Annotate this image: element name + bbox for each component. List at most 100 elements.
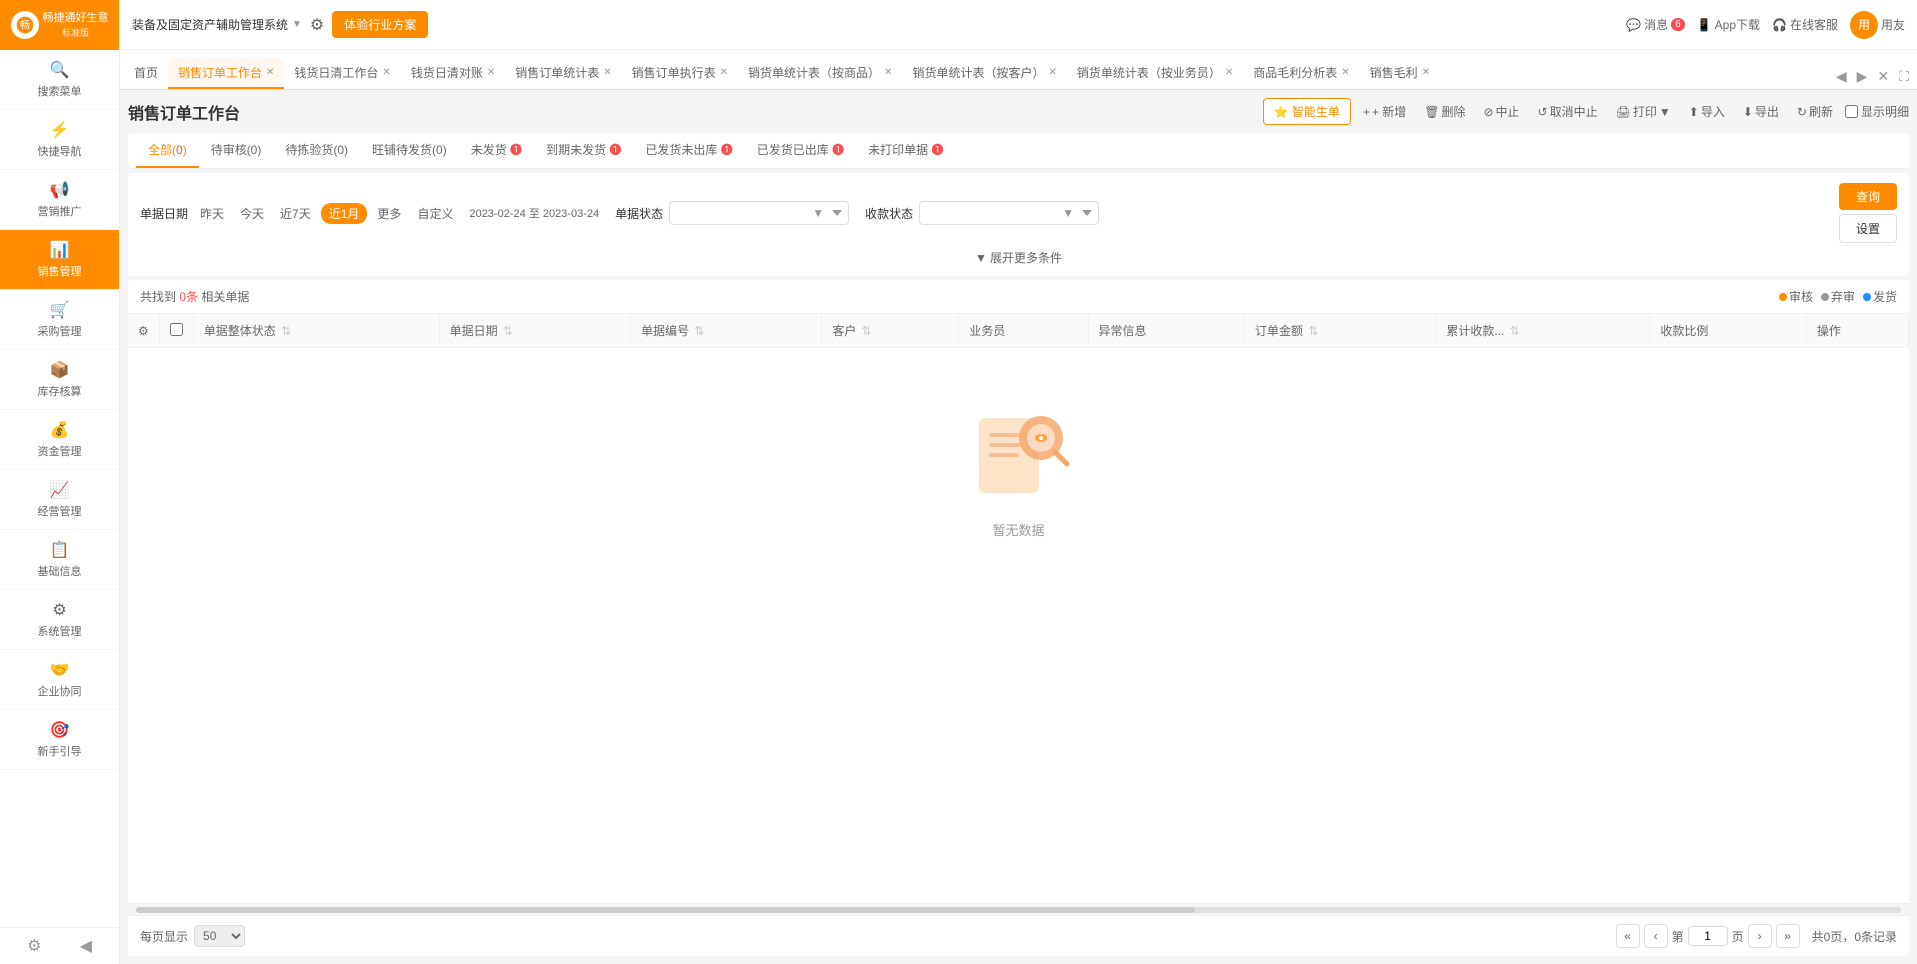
tab-reconcile[interactable]: 钱货日清对账 ✕ (401, 58, 505, 89)
date-opt-1month[interactable]: 近1月 (321, 203, 368, 224)
add-button[interactable]: + + 新增 (1357, 99, 1412, 124)
payment-field: 收款状态 ▼ (865, 201, 1099, 225)
tab-close-icon[interactable]: ✕ (1422, 67, 1430, 78)
date-opt-today[interactable]: 今天 (234, 203, 270, 224)
scroll-track[interactable] (136, 907, 1901, 913)
date-opt-yesterday[interactable]: 昨天 (194, 203, 230, 224)
export-button[interactable]: ⬇ 导出 (1737, 99, 1785, 124)
sidebar-item-quick-nav[interactable]: ⚡ 快捷导航 (0, 110, 119, 170)
collapse-icon[interactable]: ◀ (80, 936, 92, 956)
import-button[interactable]: ⬆ 导入 (1683, 99, 1731, 124)
filter-tab-overdue-unshipped[interactable]: 到期未发货 ❶ (534, 133, 633, 168)
tab-close-icon[interactable]: ✕ (266, 67, 274, 78)
sidebar-item-marketing[interactable]: 📢 营销推广 (0, 170, 119, 230)
date-opt-more[interactable]: 更多 (371, 203, 407, 224)
tab-close-all-icon[interactable]: ✕ (1873, 64, 1893, 89)
tab-close-icon[interactable]: ✕ (603, 67, 611, 78)
tab-daily-clear[interactable]: 钱货日清工作台 ✕ (284, 58, 400, 89)
filter-tab-pending-inspect[interactable]: 待拣验货(0) (273, 133, 360, 168)
filter-tab-shipped-no-stock[interactable]: 已发货未出库 ❶ (633, 133, 744, 168)
industry-button[interactable]: 体验行业方案 (332, 11, 428, 38)
date-opt-7days[interactable]: 近7天 (274, 203, 317, 224)
filter-tab-all[interactable]: 全部(0) (136, 133, 199, 168)
user-menu-button[interactable]: 用 用友 (1850, 11, 1905, 39)
detail-checkbox-input[interactable] (1845, 105, 1858, 118)
th-status[interactable]: 单据整体状态 ⇅ (193, 314, 439, 348)
th-settings[interactable]: ⚙ (128, 314, 159, 348)
th-order-amount[interactable]: 订单金额 ⇅ (1244, 314, 1435, 348)
sidebar-item-operation[interactable]: 📈 经营管理 (0, 470, 119, 530)
revoke-action-button[interactable]: 弃审 (1821, 288, 1855, 305)
th-customer[interactable]: 客户 ⇅ (822, 314, 959, 348)
tab-sales-margin[interactable]: 销售毛利 ✕ (1360, 58, 1440, 89)
page-prev-button[interactable]: ‹ (1644, 924, 1668, 948)
audit-action-button[interactable]: 审核 (1779, 288, 1813, 305)
cancel-stop-button[interactable]: ↺ 取消中止 (1532, 99, 1604, 124)
filter-tab-wangpu-ship[interactable]: 旺铺待发货(0) (360, 133, 459, 168)
tab-sales-staff[interactable]: 销货单统计表（按业务员） ✕ (1067, 58, 1243, 89)
sidebar-item-inventory[interactable]: 📦 库存核算 (0, 350, 119, 410)
app-download-button[interactable]: 📱 App下载 (1697, 16, 1760, 33)
tab-home[interactable]: 首页 (124, 58, 168, 89)
expand-conditions-button[interactable]: ▼ 展开更多条件 (975, 249, 1062, 266)
tab-sales-workbench[interactable]: 销售订单工作台 ✕ (168, 58, 284, 89)
filter-tab-unshipped[interactable]: 未发货 ❶ (459, 133, 534, 168)
page-first-button[interactable]: « (1616, 924, 1640, 948)
tab-next-icon[interactable]: ▶ (1853, 64, 1872, 89)
tab-sales-product[interactable]: 销货单统计表（按商品） ✕ (738, 58, 902, 89)
tab-sales-customer[interactable]: 销货单统计表（按客户） ✕ (902, 58, 1066, 89)
bottom-scrollbar[interactable] (128, 903, 1909, 915)
filter-tab-pending-review[interactable]: 待审核(0) (199, 133, 274, 168)
filter-tab-unprinted[interactable]: 未打印单据 ❶ (856, 133, 955, 168)
smart-generate-button[interactable]: ⭐ 智能生单 (1263, 98, 1351, 125)
th-number[interactable]: 单据编号 ⇅ (630, 314, 821, 348)
tab-close-icon[interactable]: ✕ (720, 67, 728, 78)
table-scroll[interactable]: ⚙ 单据整体状态 ⇅ 单据日期 ⇅ (128, 314, 1909, 903)
settings-bottom-icon[interactable]: ⚙ (27, 936, 41, 956)
tab-close-icon[interactable]: ✕ (884, 67, 892, 78)
export-icon: ⬇ (1743, 105, 1753, 119)
date-opt-custom[interactable]: 自定义 (411, 203, 459, 224)
stop-button[interactable]: ⊘ 中止 (1477, 99, 1525, 124)
sidebar-item-basic[interactable]: 📋 基础信息 (0, 530, 119, 590)
page-next-button[interactable]: › (1748, 924, 1772, 948)
sidebar-item-system[interactable]: ⚙ 系统管理 (0, 590, 119, 650)
print-button[interactable]: 🖨 打印 ▼ (1610, 99, 1677, 124)
tab-close-icon[interactable]: ✕ (1341, 67, 1349, 78)
message-button[interactable]: 💬 消息 6 (1626, 16, 1685, 33)
status-select[interactable]: ▼ (669, 201, 849, 225)
filter-tab-shipped-in-stock[interactable]: 已发货已出库 ❶ (745, 133, 856, 168)
settings-button[interactable]: 设置 (1839, 214, 1897, 243)
payment-select[interactable]: ▼ (919, 201, 1099, 225)
sidebar-item-guide[interactable]: 🎯 新手引导 (0, 710, 119, 770)
tab-fullscreen-icon[interactable]: ⛶ (1895, 64, 1913, 89)
th-date[interactable]: 单据日期 ⇅ (439, 314, 630, 348)
page-number-input[interactable] (1688, 926, 1728, 946)
ship-action-button[interactable]: 发货 (1863, 288, 1897, 305)
scroll-thumb[interactable] (136, 907, 1195, 913)
refresh-button[interactable]: ↻ 刷新 (1791, 99, 1839, 124)
sidebar-item-sales[interactable]: 📊 销售管理 (0, 230, 119, 290)
sidebar-item-finance[interactable]: 💰 资金管理 (0, 410, 119, 470)
delete-button[interactable]: 🗑 删除 (1418, 99, 1471, 124)
select-all-checkbox[interactable] (170, 323, 183, 336)
online-service-button[interactable]: 🎧 在线客服 (1772, 16, 1838, 33)
page-last-button[interactable]: » (1776, 924, 1800, 948)
sidebar-item-purchase[interactable]: 🛒 采购管理 (0, 290, 119, 350)
sidebar-item-coop[interactable]: 🤝 企业协同 (0, 650, 119, 710)
tab-close-icon[interactable]: ✕ (1225, 67, 1233, 78)
settings-gear-icon[interactable]: ⚙ (310, 15, 324, 35)
tab-order-stats[interactable]: 销售订单统计表 ✕ (505, 58, 621, 89)
tab-close-icon[interactable]: ✕ (382, 67, 390, 78)
th-checkbox[interactable] (159, 314, 193, 348)
query-button[interactable]: 查询 (1839, 183, 1897, 210)
tab-prev-icon[interactable]: ◀ (1832, 64, 1851, 89)
tab-margin[interactable]: 商品毛利分析表 ✕ (1243, 58, 1359, 89)
tab-order-exec[interactable]: 销售订单执行表 ✕ (622, 58, 738, 89)
page-size-select-input[interactable]: 10 20 50 100 (194, 925, 245, 947)
sidebar-item-search[interactable]: 🔍 搜索菜单 (0, 50, 119, 110)
tab-close-icon[interactable]: ✕ (487, 67, 495, 78)
tab-close-icon[interactable]: ✕ (1048, 67, 1056, 78)
show-detail-checkbox[interactable]: 显示明细 (1845, 103, 1909, 120)
th-accumulated-payment[interactable]: 累计收款... ⇅ (1436, 314, 1650, 348)
